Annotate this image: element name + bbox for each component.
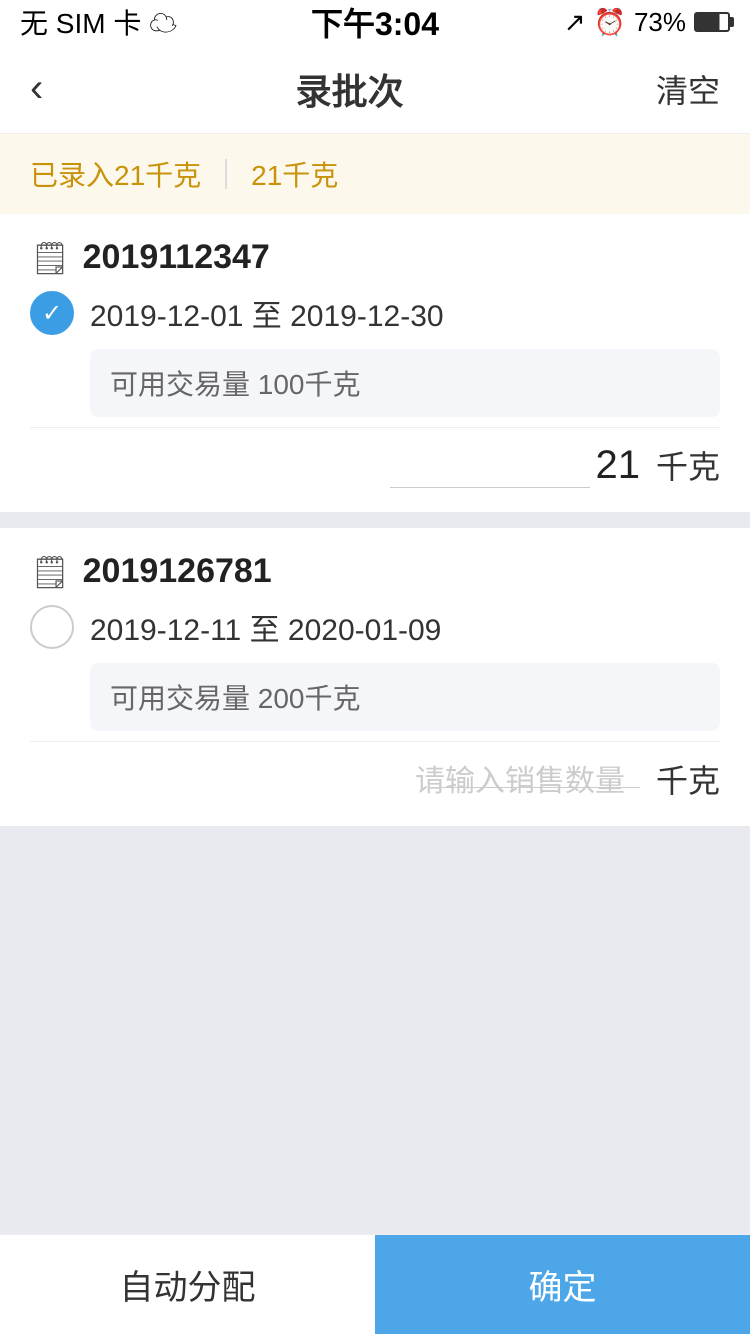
- location-icon: ↗: [564, 7, 586, 38]
- check-icon: ✓: [42, 299, 62, 328]
- status-left: 无 SIM 卡 ☁: [20, 2, 177, 42]
- sim-text: 无 SIM 卡 ☁: [20, 2, 177, 42]
- recorded-qty-label: 已录入21千克: [30, 154, 201, 194]
- batch-2-unit: 千克: [656, 756, 720, 802]
- batch-2-radio[interactable]: [30, 605, 74, 649]
- auto-distribute-button[interactable]: 自动分配: [0, 1235, 375, 1334]
- batch-2-date-row: 2019-12-11 至 2020-01-09: [30, 605, 720, 649]
- status-bar: 无 SIM 卡 ☁ 下午3:04 ↗ ⏰ 73%: [0, 0, 750, 44]
- batch-1-unit: 千克: [656, 442, 720, 488]
- batch-1-radio[interactable]: ✓: [30, 291, 74, 335]
- bottom-bar: 自动分配 确定: [0, 1234, 750, 1334]
- batch-item-1: 🗒 2019112347 ✓ 2019-12-01 至 2019-12-30 可…: [0, 214, 750, 512]
- page-title: 录批次: [296, 63, 404, 115]
- batch-2-qty: 可用交易量 200千克: [90, 663, 720, 731]
- status-right: ↗ ⏰ 73%: [564, 7, 730, 38]
- batch-2-input-row: 千克: [30, 741, 720, 802]
- batch-1-id: 2019112347: [83, 238, 270, 277]
- batch-1-header: 🗒 2019112347: [30, 238, 720, 277]
- batch-1-date: 2019-12-01 至 2019-12-30: [90, 291, 444, 335]
- batch-item-2: 🗒 2019126781 2019-12-11 至 2020-01-09 可用交…: [0, 528, 750, 826]
- batch-1-input-row: 21 千克: [30, 427, 720, 488]
- batch-2-input[interactable]: [30, 758, 640, 800]
- batch-1-qty: 可用交易量 100千克: [90, 349, 720, 417]
- clock-icon: ⏰: [594, 7, 626, 38]
- clear-button[interactable]: 清空: [656, 66, 720, 112]
- batch-2-id: 2019126781: [83, 552, 272, 591]
- info-banner: 已录入21千克 21千克: [0, 134, 750, 214]
- confirm-button[interactable]: 确定: [375, 1235, 750, 1334]
- info-divider: [225, 159, 227, 189]
- battery-icon: [694, 12, 730, 32]
- batch-1-separator: [390, 487, 590, 488]
- batch-1-icon: 🗒: [30, 239, 71, 277]
- battery-text: 73%: [634, 7, 686, 38]
- batch-2-date: 2019-12-11 至 2020-01-09: [90, 605, 441, 649]
- batch-2-header: 🗒 2019126781: [30, 552, 720, 591]
- batch-2-icon: 🗒: [30, 553, 71, 591]
- batch-2-separator: [440, 787, 640, 788]
- batch-1-value: 21: [30, 443, 640, 488]
- section-divider: [0, 512, 750, 528]
- back-button[interactable]: ‹: [30, 66, 43, 111]
- recorded-qty-value: 21千克: [251, 154, 338, 194]
- batch-1-date-row: ✓ 2019-12-01 至 2019-12-30: [30, 291, 720, 335]
- nav-bar: ‹ 录批次 清空: [0, 44, 750, 134]
- status-time: 下午3:04: [311, 0, 439, 45]
